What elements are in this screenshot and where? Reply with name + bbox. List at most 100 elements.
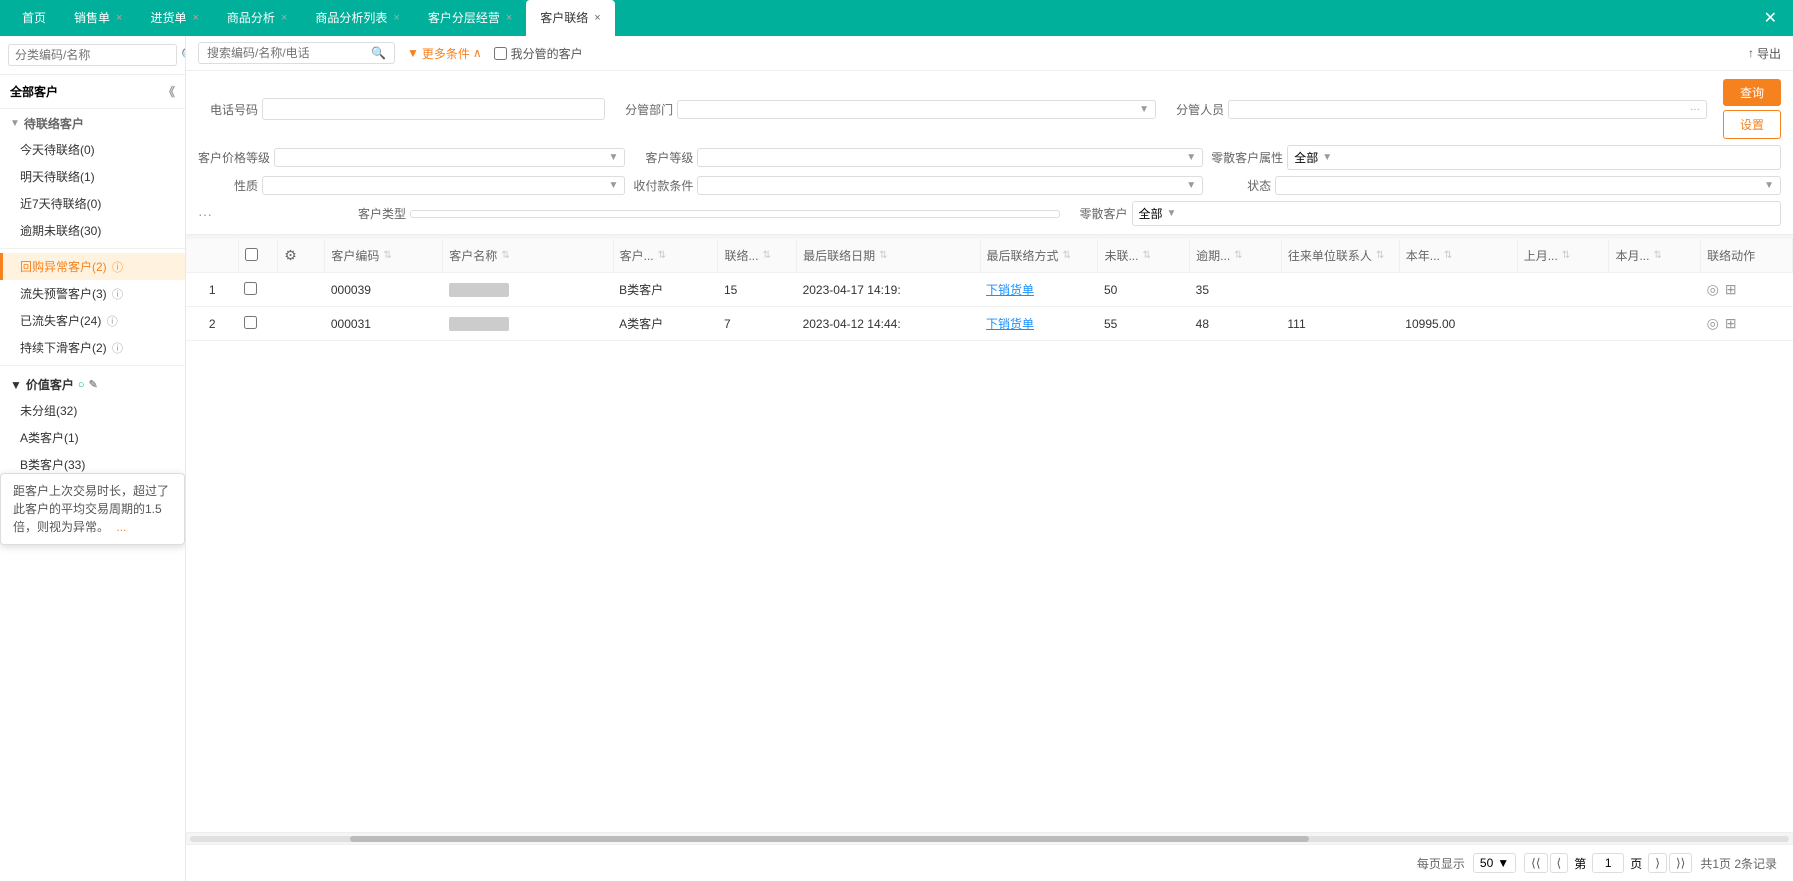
dept-select[interactable]: ▼ (677, 100, 1156, 119)
customer-grade-select[interactable]: ▼ (697, 148, 1203, 167)
sidebar-divider-1 (0, 248, 185, 249)
row1-view-icon[interactable]: ◎ (1707, 281, 1719, 298)
sidebar-collapse-icon[interactable]: 《 (163, 83, 175, 100)
pending-arrow-icon: ▼ (10, 118, 20, 129)
sidebar-all-customers[interactable]: 全部客户 《 (0, 75, 185, 109)
row1-lastway[interactable]: 下销货单 (980, 273, 1098, 307)
sidebar-search-input[interactable] (8, 44, 177, 66)
row1-checkbox[interactable] (244, 282, 257, 295)
sidebar-item-class-a[interactable]: A类客户(1) (0, 424, 185, 451)
row1-lastmonth (1517, 273, 1609, 307)
select-all-checkbox[interactable] (245, 248, 258, 261)
nav-customer-tier[interactable]: 客户分层经营 × (414, 0, 526, 36)
row2-view-icon[interactable]: ◎ (1707, 315, 1719, 332)
gender-select[interactable]: ▼ (262, 176, 625, 195)
th-thismonth[interactable]: 本月...⇅ (1609, 239, 1701, 273)
th-lastmonth[interactable]: 上月...⇅ (1517, 239, 1609, 273)
row2-more-icon[interactable]: ⊞ (1725, 315, 1737, 332)
th-thisyear[interactable]: 本年...⇅ (1399, 239, 1517, 273)
sidebar-item-overdue-pending[interactable]: 逾期未联络(30) (0, 217, 185, 244)
nav-product-analysis-list[interactable]: 商品分析列表 × (301, 0, 413, 36)
nav-purchase[interactable]: 进货单 × (136, 0, 212, 36)
close-contact-icon[interactable]: × (594, 0, 600, 36)
th-level[interactable]: 客户...⇅ (613, 239, 718, 273)
sidebar-item-lost-predict[interactable]: 流失预警客户(3) ⓘ (0, 280, 185, 307)
prev-page-button[interactable]: ⟨ (1550, 853, 1569, 873)
payment-select[interactable]: ▼ (697, 176, 1203, 195)
th-name[interactable]: 客户名称⇅ (443, 239, 613, 273)
row2-cb[interactable] (238, 307, 277, 341)
sidebar-item-declining[interactable]: 持续下滑客户(2) ⓘ (0, 334, 185, 361)
export-button[interactable]: ↑ 导出 (1748, 45, 1781, 62)
adv-buttons: 查询 设置 (1723, 79, 1781, 139)
horizontal-scrollbar[interactable] (186, 832, 1793, 844)
sidebar-item-repeat-abnormal[interactable]: 回购异常客户(2) ⓘ (0, 253, 185, 280)
th-lastway[interactable]: 最后联络方式⇅ (980, 239, 1098, 273)
sidebar-item-near7-pending[interactable]: 近7天待联络(0) (0, 190, 185, 217)
sidebar-item-today-pending[interactable]: 今天待联络(0) (0, 136, 185, 163)
price-grade-select[interactable]: ▼ (274, 148, 625, 167)
more-filters-dots[interactable]: ··· (198, 206, 212, 222)
scrollbar-thumb[interactable] (350, 836, 1309, 842)
row2-contact: 7 (718, 307, 797, 341)
th-no (186, 239, 238, 273)
row1-unfollow: 50 (1098, 273, 1190, 307)
set-button[interactable]: 设置 (1723, 110, 1781, 139)
customer-type-select[interactable] (410, 210, 1060, 218)
main-layout: 🔍 全部客户 《 ▼ 待联络客户 今天待联络(0) 明天待联络(1) 近7天待联… (0, 36, 1793, 881)
chevron-up-icon: ∧ (473, 46, 482, 60)
filter-search-icon[interactable]: 🔍 (371, 46, 386, 60)
first-page-button[interactable]: ⟨⟨ (1524, 853, 1547, 873)
my-customers-checkbox[interactable] (494, 47, 507, 60)
close-tier-icon[interactable]: × (506, 0, 512, 36)
row2-no: 2 (186, 307, 238, 341)
nav-home[interactable]: 首页 (8, 0, 60, 36)
th-checkbox[interactable] (238, 239, 277, 273)
th-lastdate[interactable]: 最后联络日期⇅ (797, 239, 980, 273)
nav-product-analysis[interactable]: 商品分析 × (213, 0, 301, 36)
manager-select[interactable]: ··· (1228, 100, 1707, 119)
scrollbar-track[interactable] (190, 836, 1789, 842)
th-settings[interactable]: ⚙ (278, 239, 325, 273)
th-overdue[interactable]: 逾期...⇅ (1190, 239, 1282, 273)
retail-customer-select[interactable]: 全部 ▼ (1132, 201, 1782, 226)
sidebar-item-unclassified[interactable]: 未分组(32) (0, 397, 185, 424)
sidebar-item-tomorrow-pending[interactable]: 明天待联络(1) (0, 163, 185, 190)
query-button[interactable]: 查询 (1723, 79, 1781, 106)
sidebar-content: 全部客户 《 ▼ 待联络客户 今天待联络(0) 明天待联络(1) 近7天待联络(… (0, 75, 185, 881)
row2-checkbox[interactable] (244, 316, 257, 329)
phone-input[interactable] (262, 98, 605, 120)
close-purchase-icon[interactable]: × (192, 0, 198, 36)
close-sales-icon[interactable]: × (116, 0, 122, 36)
sidebar-item-already-lost[interactable]: 已流失客户(24) ⓘ (0, 307, 185, 334)
th-code[interactable]: 客户编码⇅ (325, 239, 443, 273)
nav-customer-contact[interactable]: 客户联络 × (526, 0, 614, 36)
table-row: 2 000031 A类客户 7 2023-04-12 14:44: 下销货单 5… (186, 307, 1793, 341)
page-number-input[interactable] (1592, 853, 1624, 873)
row2-lastway[interactable]: 下销货单 (980, 307, 1098, 341)
sidebar-pending-group[interactable]: ▼ 待联络客户 (0, 109, 185, 136)
filter-row-1: 电话号码 分管部门 ▼ 分管人员 ··· (198, 79, 1781, 139)
row1-code: 000039 (325, 273, 443, 307)
per-page-select[interactable]: 50 ▼ (1473, 853, 1516, 873)
row1-cb[interactable] (238, 273, 277, 307)
last-page-button[interactable]: ⟩⟩ (1669, 853, 1692, 873)
th-unfollow[interactable]: 未联...⇅ (1098, 239, 1190, 273)
row1-more-icon[interactable]: ⊞ (1725, 281, 1737, 298)
search-input[interactable] (207, 46, 367, 60)
th-contacts-person[interactable]: 往来单位联系人⇅ (1281, 239, 1399, 273)
tooltip-more[interactable]: ... (116, 520, 126, 534)
sidebar-value-customer-group[interactable]: ▼ 价值客户 ○ ✎ (0, 370, 185, 397)
group-edit-icon[interactable]: ✎ (89, 378, 98, 391)
th-contact[interactable]: 联络...⇅ (718, 239, 797, 273)
filter-icon: ▼ (407, 46, 419, 60)
window-close-button[interactable]: ✕ (1756, 8, 1785, 28)
customer-type-field: 客户类型 (346, 205, 1060, 222)
close-analysis-icon[interactable]: × (281, 0, 287, 36)
nav-sales[interactable]: 销售单 × (60, 0, 136, 36)
close-analysis-list-icon[interactable]: × (393, 0, 399, 36)
more-conditions-button[interactable]: ▼ 更多条件 ∧ (407, 45, 482, 62)
status-select[interactable]: ▼ (1275, 176, 1781, 195)
retail-attr-select[interactable]: 全部 ▼ (1287, 145, 1781, 170)
next-page-button[interactable]: ⟩ (1648, 853, 1667, 873)
